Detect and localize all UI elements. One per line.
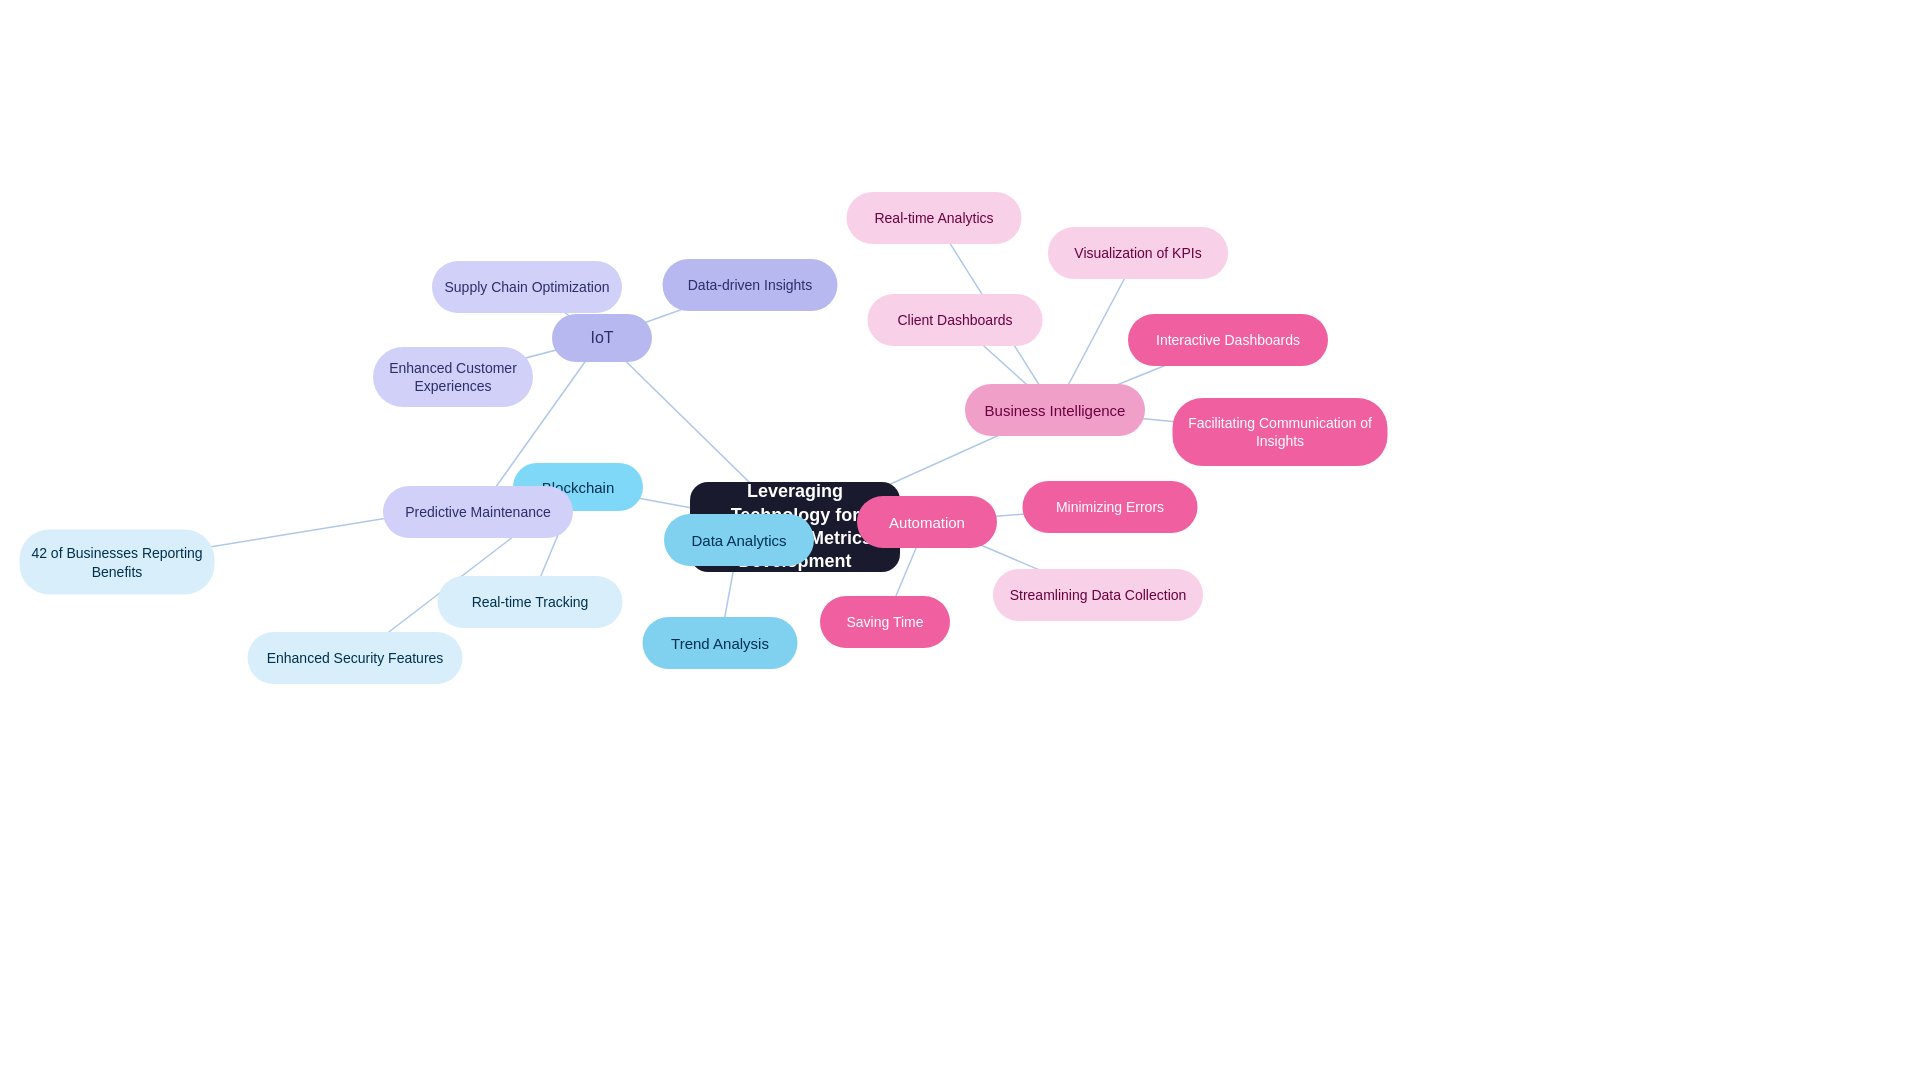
node-iot[interactable]: IoT xyxy=(552,314,652,362)
node-data-insights[interactable]: Data-driven Insights xyxy=(663,259,838,311)
node-client-dash[interactable]: Client Dashboards xyxy=(868,294,1043,346)
node-trend[interactable]: Trend Analysis xyxy=(643,617,798,669)
node-supply[interactable]: Supply Chain Optimization xyxy=(432,261,622,313)
mind-map: Leveraging Technology for Enhanced Metri… xyxy=(0,0,1920,1083)
node-data-analytics[interactable]: Data Analytics xyxy=(664,514,814,566)
node-bi[interactable]: Business Intelligence xyxy=(965,384,1145,436)
node-customer[interactable]: Enhanced Customer Experiences xyxy=(373,347,533,407)
node-minimizing[interactable]: Minimizing Errors xyxy=(1023,481,1198,533)
node-predictive[interactable]: Predictive Maintenance xyxy=(383,486,573,538)
node-realtime-tracking[interactable]: Real-time Tracking xyxy=(438,576,623,628)
node-facilitating[interactable]: Facilitating Communication of Insights xyxy=(1173,398,1388,466)
node-realtime-analytics[interactable]: Real-time Analytics xyxy=(847,192,1022,244)
node-security[interactable]: Enhanced Security Features xyxy=(248,632,463,684)
node-businesses[interactable]: 42 of Businesses Reporting Benefits xyxy=(20,530,215,595)
node-streamlining[interactable]: Streamlining Data Collection xyxy=(993,569,1203,621)
node-interactive-dash[interactable]: Interactive Dashboards xyxy=(1128,314,1328,366)
node-viz-kpi[interactable]: Visualization of KPIs xyxy=(1048,227,1228,279)
node-automation[interactable]: Automation xyxy=(857,496,997,548)
node-saving[interactable]: Saving Time xyxy=(820,596,950,648)
